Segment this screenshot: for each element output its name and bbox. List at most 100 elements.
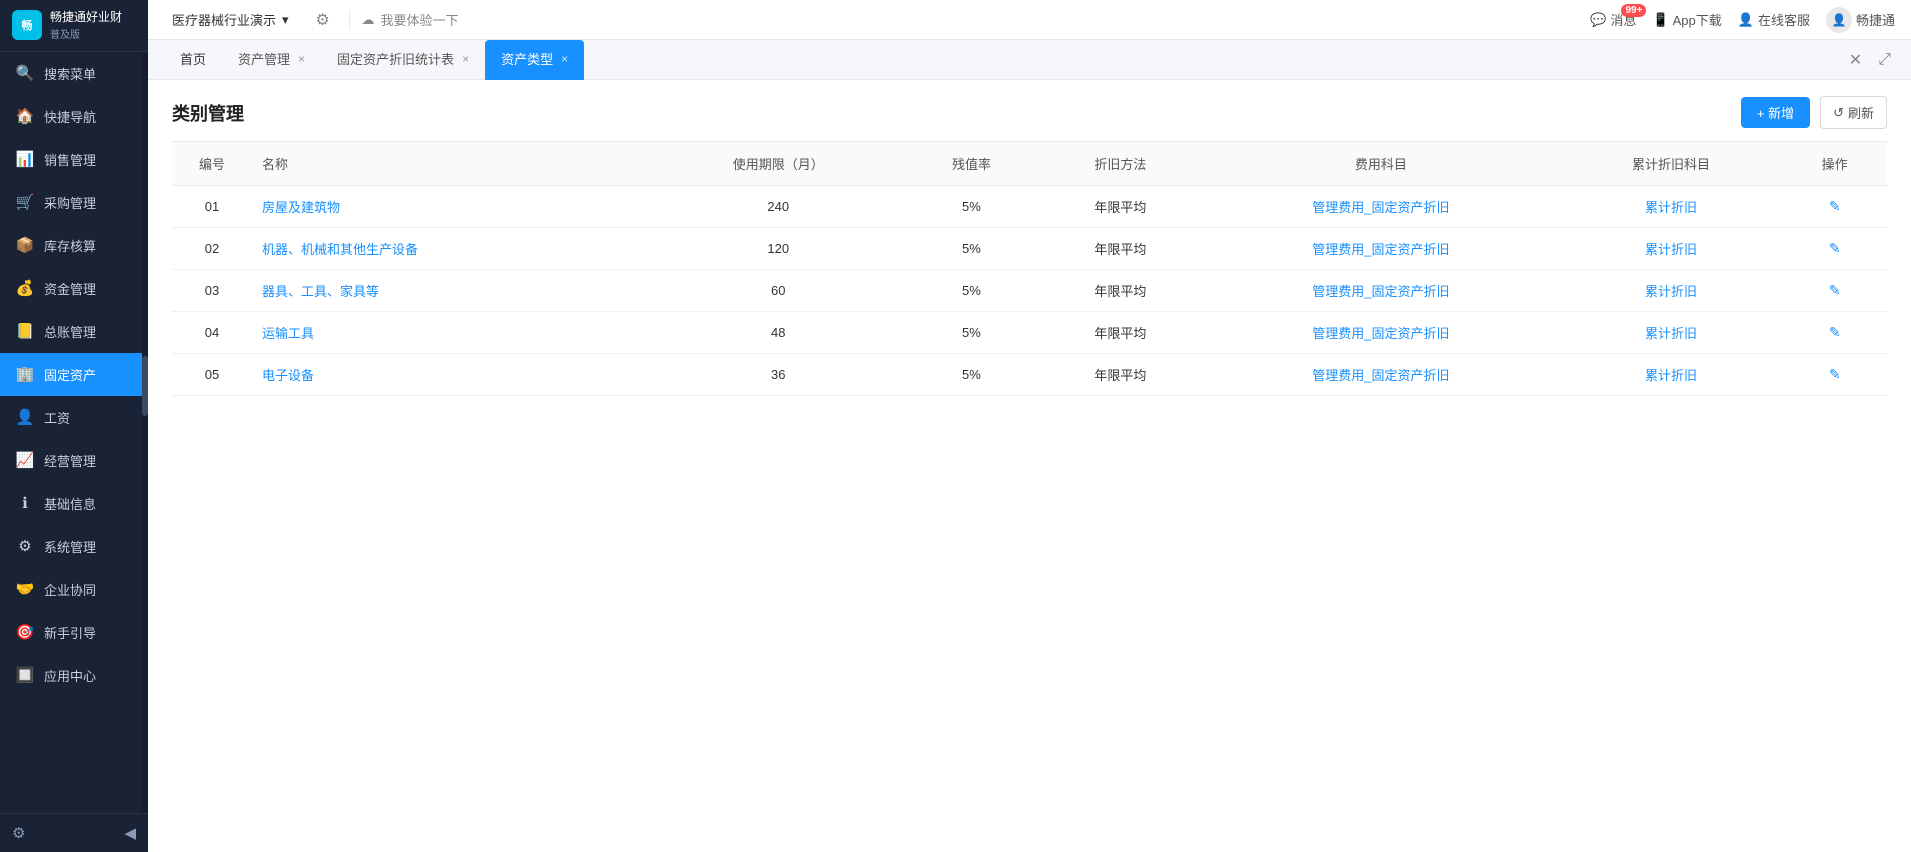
- col-header: 操作: [1782, 142, 1887, 186]
- edit-icon[interactable]: ✎: [1829, 366, 1841, 382]
- sidebar-label-system: 系统管理: [44, 537, 96, 556]
- row-residual: 5%: [904, 354, 1038, 396]
- row-accumulated: 累计折旧: [1560, 270, 1783, 312]
- row-expense: 管理费用_固定资产折旧: [1202, 312, 1559, 354]
- main-area: 医疗器械行业演示 ▾ ⚙ ☁ 我要体验一下 💬 消息 99+ 📱 App下载 👤…: [148, 0, 1911, 852]
- settings-bottom-icon[interactable]: ⚙: [12, 824, 25, 842]
- sidebar-label-fixed-assets: 固定资产: [44, 365, 96, 384]
- edit-icon[interactable]: ✎: [1829, 240, 1841, 256]
- avatar: 👤: [1826, 7, 1852, 33]
- sidebar-label-enterprise: 企业协同: [44, 580, 96, 599]
- col-header: 累计折旧科目: [1560, 142, 1783, 186]
- tab-fixed-asset-report[interactable]: 固定资产折旧统计表×: [321, 40, 485, 80]
- sidebar-item-guide[interactable]: 🎯 新手引导: [0, 611, 142, 654]
- row-period: 48: [652, 312, 904, 354]
- tab-asset-mgmt[interactable]: 资产管理×: [222, 40, 321, 80]
- basic-info-icon: ℹ: [16, 494, 34, 512]
- page-title: 类别管理: [172, 100, 244, 126]
- sidebar-item-capital[interactable]: 💰 资金管理: [0, 267, 142, 310]
- sidebar-item-operations[interactable]: 📈 经营管理: [0, 439, 142, 482]
- gear-icon: ⚙: [315, 10, 329, 30]
- phone-icon: 📱: [1652, 12, 1668, 28]
- sidebar-item-payroll[interactable]: 👤 工资: [0, 396, 142, 439]
- row-name: 器具、工具、家具等: [252, 270, 652, 312]
- tab-home[interactable]: 首页: [164, 40, 222, 80]
- row-expense: 管理费用_固定资产折旧: [1202, 186, 1559, 228]
- purchase-icon: 🛒: [16, 193, 34, 211]
- sidebar-item-search[interactable]: 🔍 搜索菜单: [0, 52, 142, 95]
- sidebar-item-fixed-assets[interactable]: 🏢 固定资产: [0, 353, 142, 396]
- close-tab-button[interactable]: ✕: [1845, 46, 1866, 74]
- sidebar-scrollbar[interactable]: [142, 52, 148, 813]
- row-id: 04: [172, 312, 252, 354]
- sidebar-item-inventory[interactable]: 📦 库存核算: [0, 224, 142, 267]
- sidebar-item-sales[interactable]: 📊 销售管理: [0, 138, 142, 181]
- row-period: 36: [652, 354, 904, 396]
- topbar-divider: [349, 10, 350, 30]
- refresh-icon: ↺: [1833, 105, 1844, 121]
- sidebar-label-sales: 销售管理: [44, 150, 96, 169]
- row-accumulated: 累计折旧: [1560, 186, 1783, 228]
- app-center-icon: 🔲: [16, 666, 34, 684]
- edit-icon[interactable]: ✎: [1829, 282, 1841, 298]
- search-icon: 🔍: [16, 64, 34, 82]
- sidebar-bottom: ⚙ ◀: [0, 813, 148, 852]
- refresh-button[interactable]: ↺ 刷新: [1820, 96, 1887, 129]
- app-download-button[interactable]: 📱 App下载: [1652, 10, 1721, 29]
- user-avatar-button[interactable]: 👤 畅捷通: [1826, 7, 1895, 33]
- row-id: 02: [172, 228, 252, 270]
- sales-icon: 📊: [16, 150, 34, 168]
- settings-button[interactable]: ⚙: [309, 6, 337, 34]
- row-actions: ✎: [1782, 312, 1887, 354]
- row-actions: ✎: [1782, 354, 1887, 396]
- experience-button[interactable]: ☁ 我要体验一下: [362, 10, 459, 29]
- edit-icon[interactable]: ✎: [1829, 198, 1841, 214]
- table-header: 编号名称使用期限（月）残值率折旧方法费用科目累计折旧科目操作: [172, 142, 1887, 186]
- guide-icon: 🎯: [16, 623, 34, 641]
- messages-badge: 99+: [1621, 4, 1646, 17]
- sidebar-item-purchase[interactable]: 🛒 采购管理: [0, 181, 142, 224]
- app-name: 畅捷通好业财: [50, 10, 122, 26]
- enterprise-icon: 🤝: [16, 580, 34, 598]
- app-download-label: App下载: [1673, 10, 1722, 29]
- tabs-bar: 首页资产管理×固定资产折旧统计表×资产类型× ✕ ⤢: [148, 40, 1911, 80]
- sidebar-item-system[interactable]: ⚙ 系统管理: [0, 525, 142, 568]
- company-name: 医疗器械行业演示: [172, 10, 276, 29]
- online-service-button[interactable]: 👤 在线客服: [1738, 10, 1810, 29]
- sidebar-label-operations: 经营管理: [44, 451, 96, 470]
- sidebar-item-general-ledger[interactable]: 📒 总账管理: [0, 310, 142, 353]
- col-header: 编号: [172, 142, 252, 186]
- table-body: 01 房屋及建筑物 240 5% 年限平均 管理费用_固定资产折旧 累计折旧 ✎…: [172, 186, 1887, 396]
- row-name: 房屋及建筑物: [252, 186, 652, 228]
- expand-button[interactable]: ⤢: [1874, 47, 1895, 73]
- refresh-label: 刷新: [1848, 103, 1874, 122]
- row-name: 运输工具: [252, 312, 652, 354]
- sidebar-label-guide: 新手引导: [44, 623, 96, 642]
- cloud-icon: ☁: [362, 12, 375, 28]
- capital-icon: 💰: [16, 279, 34, 297]
- inventory-icon: 📦: [16, 236, 34, 254]
- message-icon: 💬: [1590, 12, 1606, 28]
- row-method: 年限平均: [1039, 186, 1203, 228]
- tab-asset-type[interactable]: 资产类型×: [485, 40, 584, 80]
- sidebar-item-basic-info[interactable]: ℹ 基础信息: [0, 482, 142, 525]
- topbar: 医疗器械行业演示 ▾ ⚙ ☁ 我要体验一下 💬 消息 99+ 📱 App下载 👤…: [148, 0, 1911, 40]
- tab-close-asset-type[interactable]: ×: [561, 52, 568, 66]
- sidebar-item-enterprise[interactable]: 🤝 企业协同: [0, 568, 142, 611]
- row-method: 年限平均: [1039, 312, 1203, 354]
- new-button[interactable]: + 新增: [1741, 97, 1810, 128]
- company-selector[interactable]: 医疗器械行业演示 ▾: [164, 6, 297, 33]
- collapse-icon[interactable]: ◀: [124, 824, 136, 842]
- tab-close-fixed-asset-report[interactable]: ×: [462, 52, 469, 66]
- sidebar-item-quick-nav[interactable]: 🏠 快捷导航: [0, 95, 142, 138]
- operations-icon: 📈: [16, 451, 34, 469]
- sidebar-item-app-center[interactable]: 🔲 应用中心: [0, 654, 142, 697]
- messages-button[interactable]: 💬 消息 99+: [1590, 10, 1636, 29]
- row-residual: 5%: [904, 228, 1038, 270]
- edit-icon[interactable]: ✎: [1829, 324, 1841, 340]
- tabs-container: 首页资产管理×固定资产折旧统计表×资产类型×: [164, 40, 1845, 80]
- dropdown-icon: ▾: [282, 12, 289, 28]
- table-row: 05 电子设备 36 5% 年限平均 管理费用_固定资产折旧 累计折旧 ✎: [172, 354, 1887, 396]
- tab-close-asset-mgmt[interactable]: ×: [298, 52, 305, 66]
- row-name: 机器、机械和其他生产设备: [252, 228, 652, 270]
